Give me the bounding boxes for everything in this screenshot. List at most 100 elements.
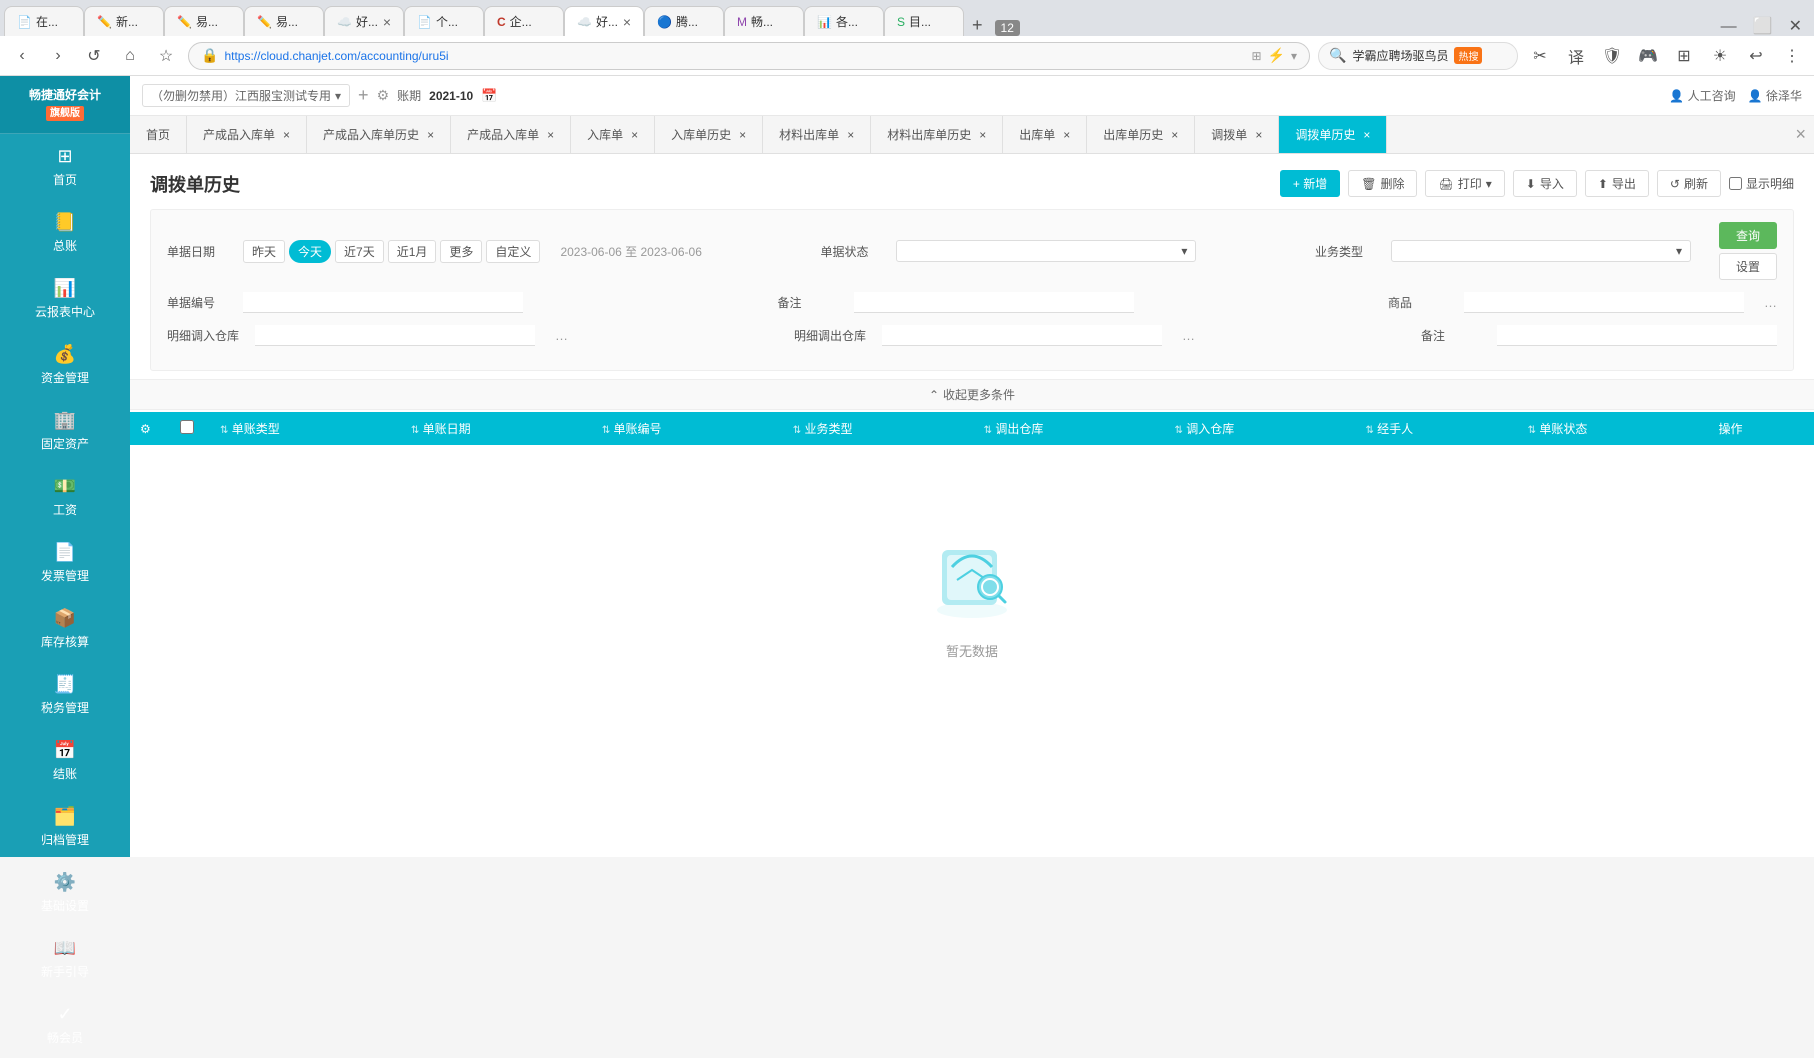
goods-select-btn[interactable]: … [1764,295,1777,310]
sidebar-item-guide[interactable]: 📖 新手引导 [0,926,130,992]
undo-btn[interactable]: ↩ [1742,42,1770,70]
browser-tab-7[interactable]: ☁️ 好... × [564,6,644,36]
page-tab-3[interactable]: 入库单 × [571,116,655,154]
browser-tab-11[interactable]: S 目... [884,6,964,36]
th-biz[interactable]: ⇅ 业务类型 [783,412,974,445]
browser-tab-0[interactable]: 📄 在... [4,6,84,36]
print-btn[interactable]: 🖨 打印 ▾ [1425,170,1504,197]
select-all-checkbox[interactable] [180,420,194,434]
tab-close-2[interactable]: × [547,128,554,142]
page-tab-2[interactable]: 产成品入库单 × [451,116,571,154]
tab-close-8[interactable]: × [1171,128,1178,142]
import-btn[interactable]: ⬇ 导入 [1513,170,1577,197]
page-tab-8[interactable]: 出库单历史 × [1087,116,1195,154]
th-gear[interactable]: ⚙ [130,412,170,445]
th-out[interactable]: ⇅ 调出仓库 [974,412,1165,445]
tab-close-5[interactable]: × [847,128,854,142]
collapse-row[interactable]: ⌃ 收起更多条件 [130,379,1814,410]
date-1month-btn[interactable]: 近1月 [388,240,437,263]
delete-btn[interactable]: 🗑 删除 [1348,170,1417,197]
minimize-btn[interactable]: — [1713,18,1745,36]
sidebar-item-reports[interactable]: 📊 云报表中心 [0,266,130,332]
tab-close-9[interactable]: × [1255,128,1262,142]
user-avatar[interactable]: 👤 徐泽华 [1748,87,1802,104]
page-tab-home[interactable]: 首页 [130,116,187,154]
page-tab-0[interactable]: 产成品入库单 × [187,116,307,154]
consult-btn[interactable]: 👤 人工咨询 [1669,87,1735,104]
browser-tab-9[interactable]: M 畅... [724,6,804,36]
settings-filter-btn[interactable]: 设置 [1719,253,1777,280]
sidebar-item-inventory[interactable]: 📦 库存核算 [0,596,130,662]
settings-company-btn[interactable]: ⚙ [377,87,390,104]
sidebar-item-member[interactable]: ✓ 畅会员 [0,992,130,1058]
page-tab-7[interactable]: 出库单 × [1003,116,1087,154]
display-detail-checkbox[interactable] [1729,177,1742,190]
date-more-btn[interactable]: 更多 [440,240,482,263]
sidebar-item-ledger[interactable]: 📒 总账 [0,200,130,266]
back-btn[interactable]: ‹ [8,42,36,70]
page-tab-1[interactable]: 产成品入库单历史 × [307,116,451,154]
menu-btn[interactable]: ⋮ [1778,42,1806,70]
tab-close-7[interactable]: × [1063,128,1070,142]
sidebar-item-funds[interactable]: 💰 资金管理 [0,332,130,398]
sidebar-item-invoices[interactable]: 📄 发票管理 [0,530,130,596]
browser-tab-10[interactable]: 📊 各... [804,6,884,36]
th-date[interactable]: ⇅ 单账日期 [401,412,592,445]
th-type[interactable]: ⇅ 单账类型 [210,412,401,445]
translate-btn[interactable]: 译 [1562,42,1590,70]
page-tab-9[interactable]: 调拨单 × [1195,116,1279,154]
browser-tab-5[interactable]: 📄 个... [404,6,484,36]
bookmark-btn[interactable]: ☆ [152,42,180,70]
forward-btn[interactable]: › [44,42,72,70]
sidebar-item-wages[interactable]: 💵 工资 [0,464,130,530]
detail-in-input[interactable] [255,325,535,346]
maximize-btn[interactable]: ⬜ [1745,16,1781,36]
sidebar-item-assets[interactable]: 🏢 固定资产 [0,398,130,464]
page-tab-4[interactable]: 入库单历史 × [655,116,763,154]
date-yesterday-btn[interactable]: 昨天 [243,240,285,263]
export-btn[interactable]: ⬆ 导出 [1585,170,1649,197]
doc-num-input[interactable] [243,292,523,313]
company-selector[interactable]: （勿删勿禁用）江西服宝测试专用 ▾ [142,84,350,107]
refresh-btn[interactable]: ↺ 刷新 [1657,170,1721,197]
browser-tab-4[interactable]: ☁️ 好... × [324,6,404,36]
page-tab-10[interactable]: 调拨单历史 × [1279,116,1387,154]
sidebar-item-close[interactable]: 📅 结账 [0,728,130,794]
detail-in-select-btn[interactable]: … [555,328,568,343]
reload-btn[interactable]: ↺ [80,42,108,70]
page-tab-5[interactable]: 材料出库单 × [763,116,871,154]
detail-out-select-btn[interactable]: … [1182,328,1195,343]
tab-close-1[interactable]: × [427,128,434,142]
browser-tab-1[interactable]: ✏️ 新... [84,6,164,36]
home-btn[interactable]: ⌂ [116,42,144,70]
tab-close-0[interactable]: × [283,128,290,142]
browser-tab-8[interactable]: 🔵 腾... [644,6,724,36]
browser-tab-2[interactable]: ✏️ 易... [164,6,244,36]
tab-close-3[interactable]: × [631,128,638,142]
calendar-icon[interactable]: 📅 [481,88,497,104]
tab-close-10[interactable]: × [1363,128,1370,142]
biz-type-select[interactable]: ▾ [1391,240,1691,262]
status-select[interactable]: ▾ [896,240,1196,262]
new-btn[interactable]: + 新增 [1280,170,1340,197]
brightness-btn[interactable]: ☀ [1706,42,1734,70]
remark2-input[interactable] [1497,325,1777,346]
th-status[interactable]: ⇅ 单账状态 [1518,412,1709,445]
extension-btn1[interactable]: 🛡 [1598,42,1626,70]
detail-out-input[interactable] [882,325,1162,346]
tab-close-6[interactable]: × [979,128,986,142]
sidebar-item-home[interactable]: ⊞ 首页 [0,134,130,200]
date-custom-btn[interactable]: 自定义 [486,240,540,263]
grid-btn[interactable]: ⊞ [1670,42,1698,70]
th-in[interactable]: ⇅ 调入仓库 [1165,412,1356,445]
page-tab-6[interactable]: 材料出库单历史 × [871,116,1003,154]
add-company-btn[interactable]: + [358,85,369,106]
browser-tab-6[interactable]: C 企... [484,6,564,36]
remark-input[interactable] [854,292,1134,313]
display-detail-toggle[interactable]: 显示明细 [1729,175,1794,192]
th-checkbox[interactable] [170,412,210,445]
search-bar[interactable]: 🔍 学霸应聘场驱鸟员 热搜 [1318,42,1518,70]
sidebar-item-archive[interactable]: 🗂️ 归档管理 [0,794,130,860]
new-tab-btn[interactable]: + [964,15,991,36]
address-bar[interactable]: 🔒 https://cloud.chanjet.com/accounting/u… [188,42,1310,70]
